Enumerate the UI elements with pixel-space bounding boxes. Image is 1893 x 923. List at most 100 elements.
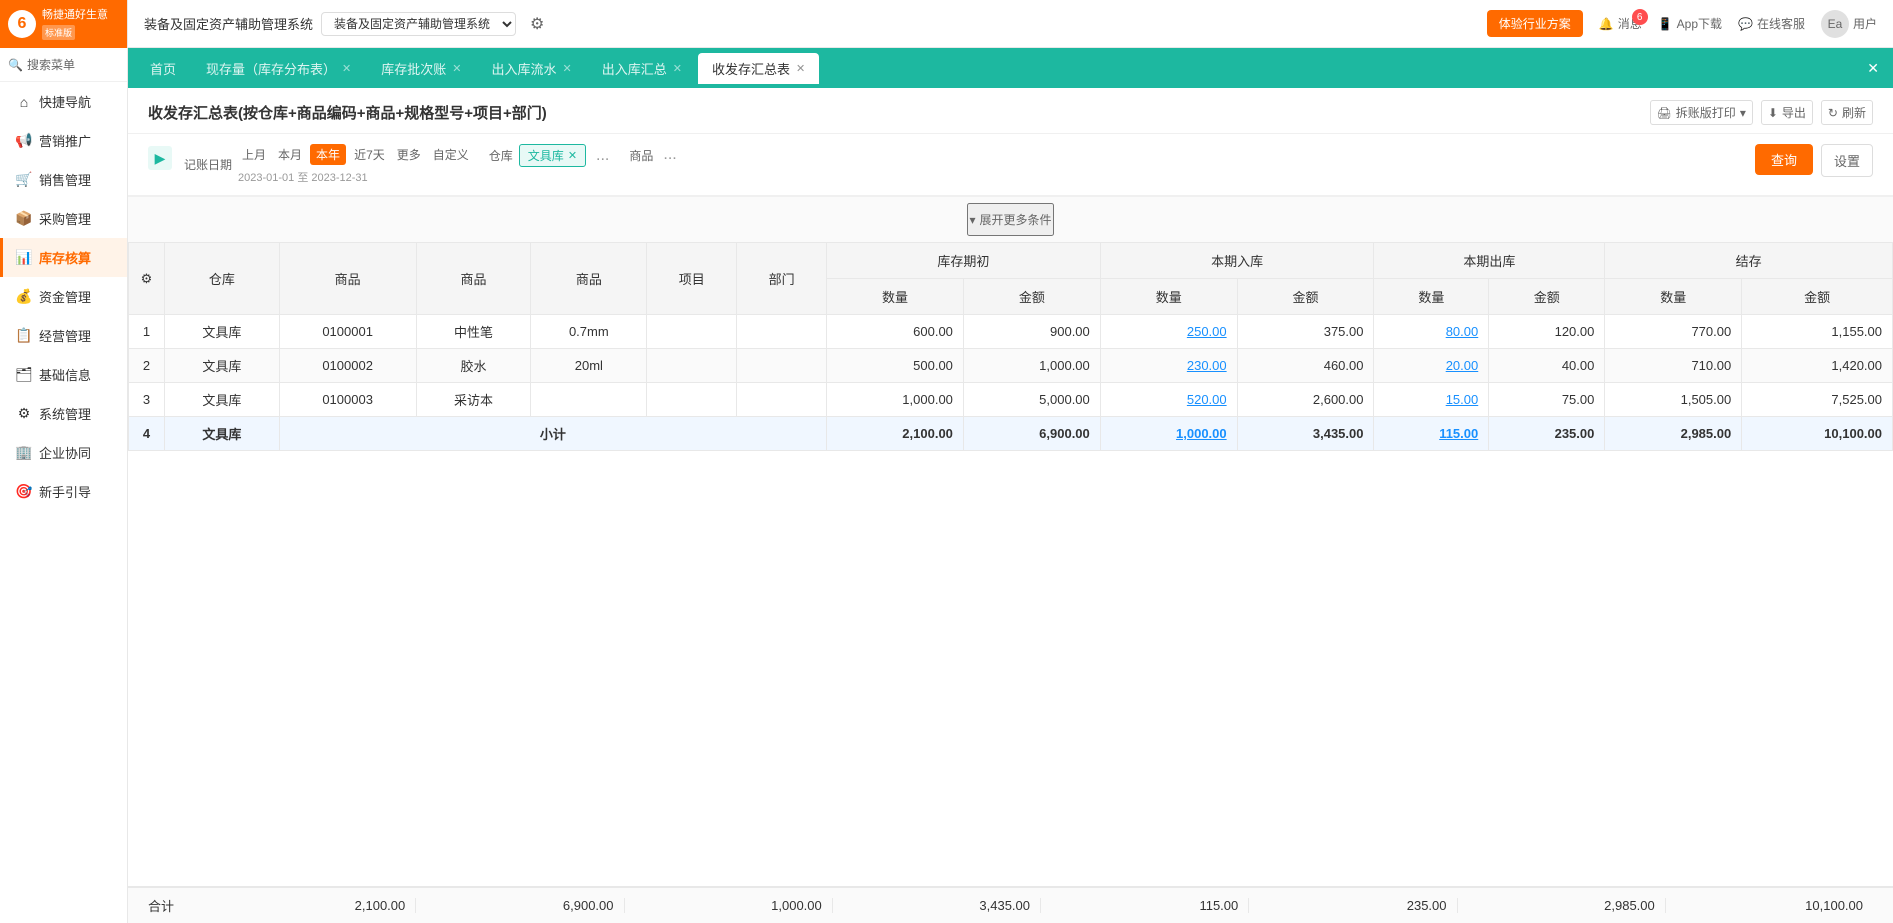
warehouse-filter-group: 仓库 文具库 ✕ ... (489, 144, 614, 167)
warehouse-filter-label: 仓库 (489, 147, 513, 164)
close-all-tabs-btn[interactable]: ✕ (1861, 56, 1885, 81)
main-area: 装备及固定资产辅助管理系统 装备及固定资产辅助管理系统 ⚙ 体验行业方案 🔔 6… (128, 0, 1893, 923)
cell-out-qty[interactable]: 20.00 (1374, 349, 1489, 383)
warehouse-tag[interactable]: 文具库 ✕ (519, 144, 586, 167)
sidebar: 6 畅捷通好生意 标准版 🔍 搜索菜单 ⌂ 快捷导航 📢 营销推广 🛒 销售管理… (0, 0, 128, 923)
date-btn-7days[interactable]: 近7天 (350, 144, 389, 165)
app-download-btn[interactable]: 📱 App下载 (1658, 15, 1722, 32)
subtotal-in-qty[interactable]: 1,000.00 (1100, 417, 1237, 451)
cell-name: 胶水 (416, 349, 531, 383)
tab-close-icon[interactable]: ✕ (342, 62, 351, 75)
date-btn-more[interactable]: 更多 (393, 144, 425, 165)
th-opening: 库存期初 (827, 243, 1101, 279)
sidebar-item-label: 系统管理 (39, 404, 91, 423)
tab-close-icon[interactable]: ✕ (796, 62, 805, 75)
tab-close-icon[interactable]: ✕ (563, 62, 572, 75)
tab-flow[interactable]: 出入库流水 ✕ (477, 53, 585, 84)
online-service-btn[interactable]: 💬 在线客服 (1738, 15, 1805, 32)
sidebar-item-guide[interactable]: 🎯 新手引导 (0, 472, 127, 511)
inventory-icon: 📊 (15, 249, 33, 267)
cell-open-amt: 1,000.00 (963, 349, 1100, 383)
cell-in-qty[interactable]: 250.00 (1100, 315, 1237, 349)
print-btn[interactable]: 🖨 拆账版打印 ▾ (1650, 100, 1753, 125)
tab-summary-io[interactable]: 出入库汇总 ✕ (588, 53, 696, 84)
cell-in-qty[interactable]: 230.00 (1100, 349, 1237, 383)
goods-filter-dots[interactable]: ... (659, 144, 680, 166)
messages-btn[interactable]: 🔔 6 消息 (1599, 15, 1642, 32)
experience-btn[interactable]: 体验行业方案 (1487, 10, 1583, 37)
cell-warehouse: 文具库 (165, 349, 280, 383)
date-btn-custom[interactable]: 自定义 (429, 144, 473, 165)
cell-bal-amt: 7,525.00 (1742, 383, 1893, 417)
th-out-amt: 金额 (1489, 279, 1605, 315)
filter-row: 记账日期 上月 本月 本年 近7天 更多 自定义 2023-01-01 至 20… (184, 144, 1873, 185)
sidebar-item-sales[interactable]: 🛒 销售管理 (0, 160, 127, 199)
warehouse-filter-dots[interactable]: ... (592, 145, 613, 167)
cell-bal-qty: 1,505.00 (1605, 383, 1742, 417)
footer-in-qty: 1,000.00 (625, 898, 833, 913)
expand-btn[interactable]: ▾ 展开更多条件 (967, 203, 1053, 236)
sidebar-item-purchase[interactable]: 📦 采购管理 (0, 199, 127, 238)
date-btn-this-year[interactable]: 本年 (310, 144, 346, 165)
th-balance: 结存 (1605, 243, 1893, 279)
system-select[interactable]: 装备及固定资产辅助管理系统 (321, 12, 516, 36)
sidebar-item-label: 基础信息 (39, 365, 91, 384)
subtotal-open-qty: 2,100.00 (827, 417, 964, 451)
cell-in-qty[interactable]: 520.00 (1100, 383, 1237, 417)
tab-label: 库存批次账 (381, 59, 446, 78)
sidebar-item-marketing[interactable]: 📢 营销推广 (0, 121, 127, 160)
sidebar-item-finance[interactable]: 💰 资金管理 (0, 277, 127, 316)
bell-icon: 🔔 (1599, 17, 1614, 31)
subtotal-row: 4 文具库 小计 2,100.00 6,900.00 1,000.00 3,43… (129, 417, 1893, 451)
setting-btn[interactable]: 设置 (1821, 144, 1873, 177)
app-download-label: App下载 (1677, 15, 1722, 32)
cell-no: 3 (129, 383, 165, 417)
subtotal-no: 4 (129, 417, 165, 451)
tab-batch[interactable]: 库存批次账 ✕ (367, 53, 475, 84)
cell-out-qty[interactable]: 80.00 (1374, 315, 1489, 349)
sidebar-item-enterprise[interactable]: 🏢 企业协同 (0, 433, 127, 472)
cell-bal-amt: 1,420.00 (1742, 349, 1893, 383)
subtotal-out-qty[interactable]: 115.00 (1374, 417, 1489, 451)
table-header-row-1: ⚙ 仓库 商品 商品 商品 项目 部门 库存期初 本期入库 本期出库 结存 (129, 243, 1893, 279)
search-menu[interactable]: 🔍 搜索菜单 (0, 48, 127, 82)
th-name: 商品 (416, 243, 531, 315)
sidebar-item-system[interactable]: ⚙ 系统管理 (0, 394, 127, 433)
tab-close-icon[interactable]: ✕ (452, 62, 461, 75)
chevron-down-icon: ▾ (1740, 106, 1746, 120)
tab-label: 出入库汇总 (602, 59, 667, 78)
subtotal-warehouse: 文具库 (165, 417, 280, 451)
online-service-label: 在线客服 (1757, 15, 1805, 32)
sidebar-item-label: 采购管理 (39, 209, 91, 228)
search-icon: 🔍 (8, 58, 23, 72)
settings-gear-button[interactable]: ⚙ (524, 11, 550, 37)
date-btn-last-month[interactable]: 上月 (238, 144, 270, 165)
cell-out-qty[interactable]: 15.00 (1374, 383, 1489, 417)
tab-stock-summary[interactable]: 收发存汇总表 ✕ (698, 53, 819, 84)
tab-home[interactable]: 首页 (136, 53, 190, 84)
cell-code: 0100002 (279, 349, 416, 383)
footer-row: 合计 2,100.00 6,900.00 1,000.00 3,435.00 1… (148, 896, 1873, 915)
cell-open-qty: 1,000.00 (827, 383, 964, 417)
search-label: 搜索菜单 (27, 56, 75, 73)
filter-toggle-btn[interactable]: ▶ (148, 146, 172, 170)
expand-more-conditions: ▾ 展开更多条件 (128, 196, 1893, 242)
user-btn[interactable]: Ea 用户 (1821, 10, 1877, 38)
sidebar-item-base[interactable]: 🗂 基础信息 (0, 355, 127, 394)
tab-label: 现存量（库存分布表） (206, 59, 336, 78)
warehouse-tag-close-icon[interactable]: ✕ (568, 149, 577, 162)
sidebar-item-quick-nav[interactable]: ⌂ 快捷导航 (0, 82, 127, 121)
cell-name: 采访本 (416, 383, 531, 417)
refresh-btn[interactable]: ↻ 刷新 (1821, 100, 1873, 125)
cell-open-amt: 900.00 (963, 315, 1100, 349)
query-btn[interactable]: 查询 (1755, 144, 1813, 175)
sidebar-item-inventory[interactable]: 📊 库存核算 (0, 238, 127, 277)
footer-bal-qty: 2,985.00 (1458, 898, 1666, 913)
export-btn[interactable]: ⬇ 导出 (1761, 100, 1813, 125)
sidebar-item-operations[interactable]: 📋 经营管理 (0, 316, 127, 355)
date-btn-this-month[interactable]: 本月 (274, 144, 306, 165)
th-in-amt: 金额 (1237, 279, 1374, 315)
tab-close-icon[interactable]: ✕ (673, 62, 682, 75)
th-settings[interactable]: ⚙ (129, 243, 165, 315)
tab-stock-dist[interactable]: 现存量（库存分布表） ✕ (192, 53, 365, 84)
